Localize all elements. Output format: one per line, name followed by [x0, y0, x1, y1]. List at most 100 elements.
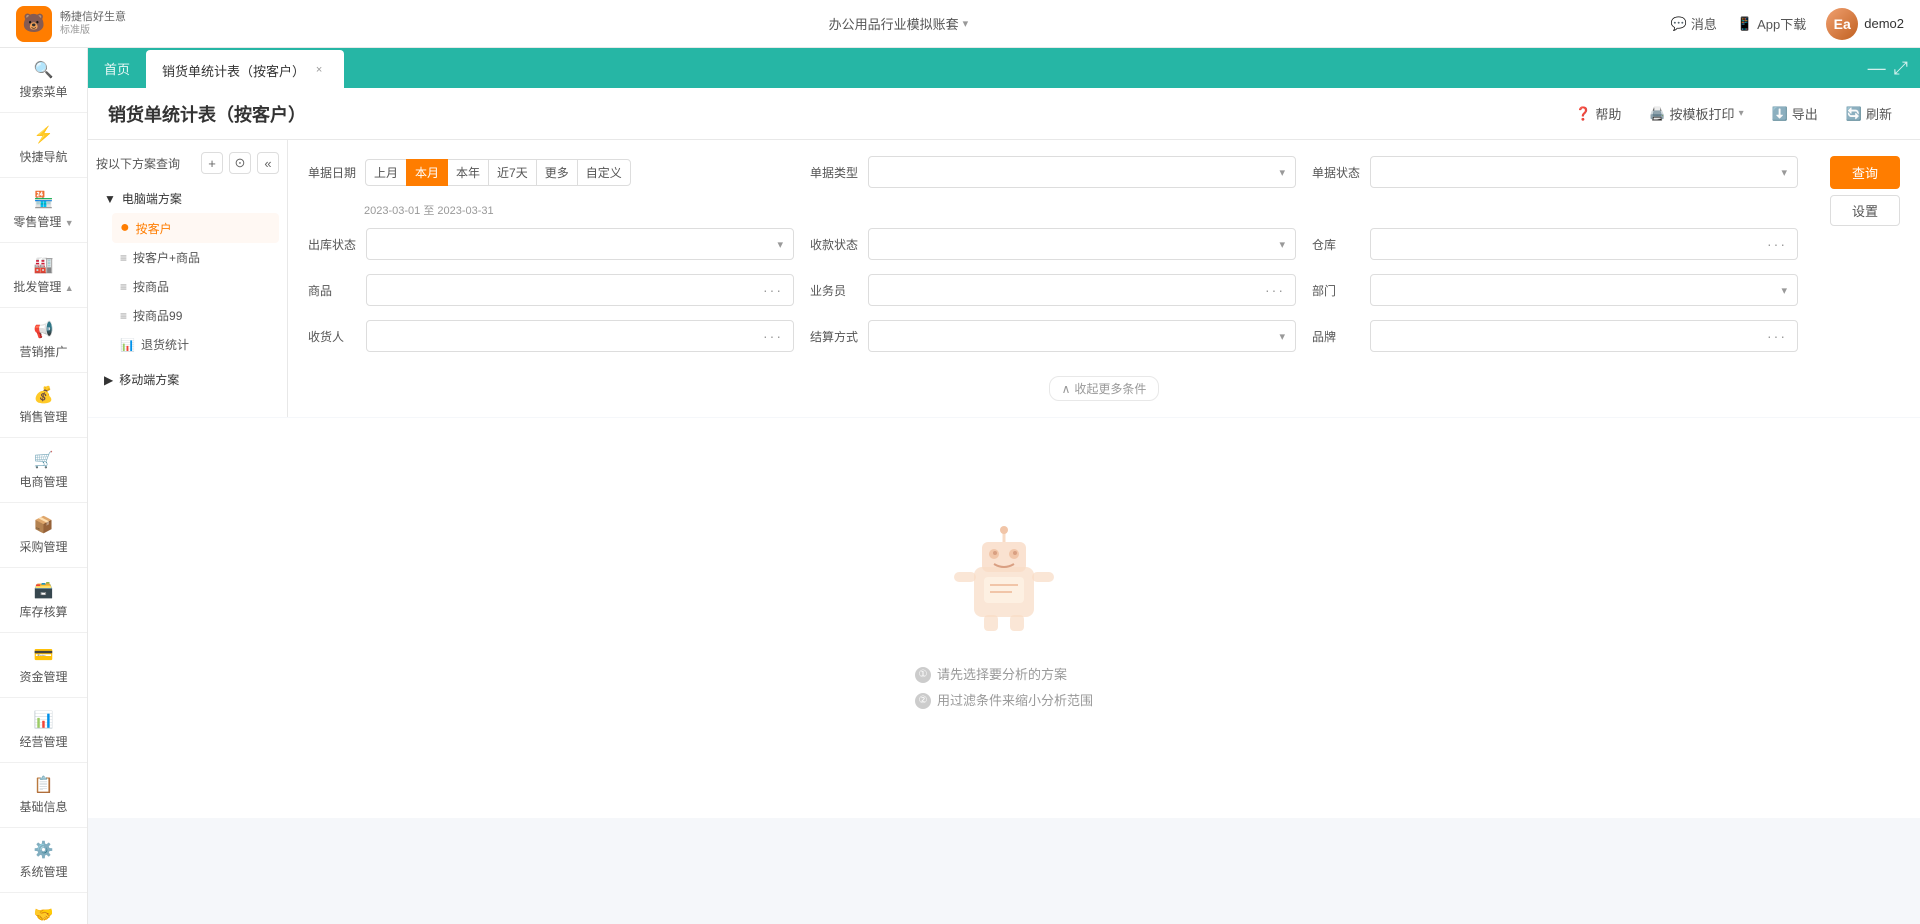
sidebar-item-wholesale[interactable]: 🏭 批发管理 ▲: [0, 243, 87, 308]
scheme-item-icon4: 📊: [120, 338, 135, 352]
receiptstatus-caret-icon: ▾: [1279, 238, 1285, 251]
filter-conditions: 单据日期 上月 本月 本年 近7天 更多 自定义: [288, 140, 1920, 417]
filter-brand-item: 品牌 ···: [1312, 320, 1798, 352]
sidebar-item-basic[interactable]: 📋 基础信息: [0, 763, 87, 828]
filter-action-buttons: 查询 设置: [1830, 156, 1900, 226]
message-button[interactable]: 💬 消息: [1671, 14, 1717, 33]
dept-select[interactable]: ▾: [1370, 274, 1798, 306]
filter-warehouse-item: 仓库 ···: [1312, 228, 1798, 260]
date-tab-this-month[interactable]: 本月: [406, 159, 448, 186]
user-avatar-area[interactable]: Ea demo2: [1826, 8, 1904, 40]
wholesale-icon: 🏭: [4, 255, 83, 275]
scheme-group-mobile-label[interactable]: ▶ 移动端方案: [96, 365, 279, 394]
search-icon: 🔍: [4, 60, 83, 80]
filter-goods-item: 商品 ···: [308, 274, 794, 306]
scheme-group-desktop-label[interactable]: ▼ 电脑端方案: [96, 184, 279, 213]
filter-doctype-item: 单据类型 ▾: [810, 156, 1296, 188]
refresh-button[interactable]: 🔄 刷新: [1838, 100, 1900, 127]
sidebar-item-finance[interactable]: 💳 资金管理: [0, 633, 87, 698]
filter-row-2: 出库状态 ▾ 收款状态: [308, 228, 1798, 260]
filter-receiptstatus-item: 收款状态 ▾: [810, 228, 1296, 260]
sidebar-item-retail[interactable]: 🏪 零售管理 ▼: [0, 178, 87, 243]
app-logo-icon: 🐻: [16, 6, 52, 42]
minimize-icon[interactable]: —: [1868, 58, 1886, 79]
goods-select[interactable]: ···: [366, 274, 794, 306]
scheme-item-goods[interactable]: ≡ 按商品: [112, 272, 279, 301]
collapse-button[interactable]: ∧ 收起更多条件: [1049, 376, 1160, 401]
date-range-text: 2023-03-01 至 2023-03-31: [364, 205, 494, 217]
date-tab-more[interactable]: 更多: [536, 159, 578, 186]
collapse-icon: ∧: [1062, 382, 1071, 396]
tab-bar-right: — ⤢: [1856, 58, 1920, 79]
help-button[interactable]: ❓ 帮助: [1567, 100, 1629, 127]
goods-label: 商品: [308, 282, 358, 299]
receiptstatus-select[interactable]: ▾: [868, 228, 1296, 260]
wholesale-expand-icon: ▲: [65, 283, 74, 293]
retail-icon: 🏪: [4, 190, 83, 210]
warehouse-select[interactable]: ···: [1370, 228, 1798, 260]
marketing-icon: 📢: [4, 320, 83, 340]
date-tab-this-year[interactable]: 本年: [447, 159, 489, 186]
scheme-settings-icon[interactable]: ⊙: [229, 152, 251, 174]
receiptstatus-label: 收款状态: [810, 236, 860, 253]
doctype-label: 单据类型: [810, 164, 860, 181]
outstatus-select[interactable]: ▾: [366, 228, 794, 260]
header-right: 💬 消息 📱 App下载 Ea demo2: [1671, 8, 1904, 40]
page-title: 销货单统计表（按客户）: [108, 101, 306, 127]
sidebar-item-cooperation[interactable]: 🤝 企业协同: [0, 893, 87, 924]
maximize-icon[interactable]: ⤢: [1894, 58, 1908, 79]
sidebar-item-sales[interactable]: 💰 销售管理: [0, 373, 87, 438]
scheme-item-goods99[interactable]: ≡ 按商品99: [112, 301, 279, 330]
export-icon: ⬇️: [1772, 106, 1788, 122]
scheme-item-return-stats[interactable]: 📊 退货统计: [112, 330, 279, 359]
query-button[interactable]: 查询: [1830, 156, 1900, 189]
doctype-select[interactable]: ▾: [868, 156, 1296, 188]
sidebar-item-search[interactable]: 🔍 搜索菜单: [0, 48, 87, 113]
sidebar-item-purchase[interactable]: 📦 采购管理: [0, 503, 87, 568]
brand-dots: ···: [1767, 328, 1787, 344]
template-print-button[interactable]: 🖨️ 按模板打印 ▾: [1641, 100, 1751, 127]
filter-row-3: 商品 ··· 业务员: [308, 274, 1798, 306]
app-download-button[interactable]: 📱 App下载: [1737, 14, 1806, 33]
doctype-caret-icon: ▾: [1279, 166, 1285, 179]
empty-state: ① 请先选择要分析的方案 ② 用过滤条件来缩小分析范围: [88, 418, 1920, 818]
scheme-sub-items: ● 按客户 ≡ 按客户+商品 ≡ 按商品: [96, 213, 279, 359]
filter-staff-item: 业务员 ···: [810, 274, 1296, 306]
scheme-collapse-icon[interactable]: «: [257, 152, 279, 174]
scheme-item-customer-goods[interactable]: ≡ 按客户+商品: [112, 243, 279, 272]
sidebar-item-operations[interactable]: 📊 经营管理: [0, 698, 87, 763]
docstatus-caret-icon: ▾: [1781, 166, 1787, 179]
staff-select[interactable]: ···: [868, 274, 1296, 306]
docstatus-select[interactable]: ▾: [1370, 156, 1798, 188]
sidebar-item-shortcut[interactable]: ⚡ 快捷导航: [0, 113, 87, 178]
scheme-item-by-customer[interactable]: ● 按客户: [112, 213, 279, 243]
sidebar-item-inventory[interactable]: 🗃️ 库存核算: [0, 568, 87, 633]
export-button[interactable]: ⬇️ 导出: [1764, 100, 1826, 127]
consignee-select[interactable]: ···: [366, 320, 794, 352]
date-tab-last-month[interactable]: 上月: [365, 159, 407, 186]
scheme-group-desktop: ▼ 电脑端方案 ● 按客户 ≡ 按客户+商品: [96, 184, 279, 359]
tab-sales-stats[interactable]: 销货单统计表（按客户） ×: [146, 50, 344, 90]
tab-home[interactable]: 首页: [88, 48, 146, 88]
brand-select[interactable]: ···: [1370, 320, 1798, 352]
payment-select[interactable]: ▾: [868, 320, 1296, 352]
date-tabs: 上月 本月 本年 近7天 更多 自定义: [366, 159, 631, 186]
filter-outstatus-item: 出库状态 ▾: [308, 228, 794, 260]
date-tab-7days[interactable]: 近7天: [488, 159, 537, 186]
sidebar-item-marketing[interactable]: 📢 营销推广: [0, 308, 87, 373]
brand-label: 品牌: [1312, 328, 1362, 345]
tab-close-button[interactable]: ×: [311, 62, 327, 78]
filter-dept-item: 部门 ▾: [1312, 274, 1798, 306]
sidebar-item-ecommerce[interactable]: 🛒 电商管理: [0, 438, 87, 503]
outstatus-label: 出库状态: [308, 236, 358, 253]
docstatus-label: 单据状态: [1312, 164, 1362, 181]
sidebar-item-system[interactable]: ⚙️ 系统管理: [0, 828, 87, 893]
empty-tip-2: ② 用过滤条件来缩小分析范围: [915, 688, 1093, 714]
scheme-add-icon[interactable]: +: [201, 152, 223, 174]
date-tab-custom[interactable]: 自定义: [577, 159, 631, 186]
industry-selector[interactable]: 办公用品行业模拟账套 ▾: [821, 10, 977, 37]
scheme-header: 按以下方案查询 + ⊙ «: [96, 152, 279, 174]
consignee-dots: ···: [763, 328, 783, 344]
filter-settings-button[interactable]: 设置: [1830, 195, 1900, 226]
empty-tips: ① 请先选择要分析的方案 ② 用过滤条件来缩小分析范围: [915, 662, 1093, 714]
